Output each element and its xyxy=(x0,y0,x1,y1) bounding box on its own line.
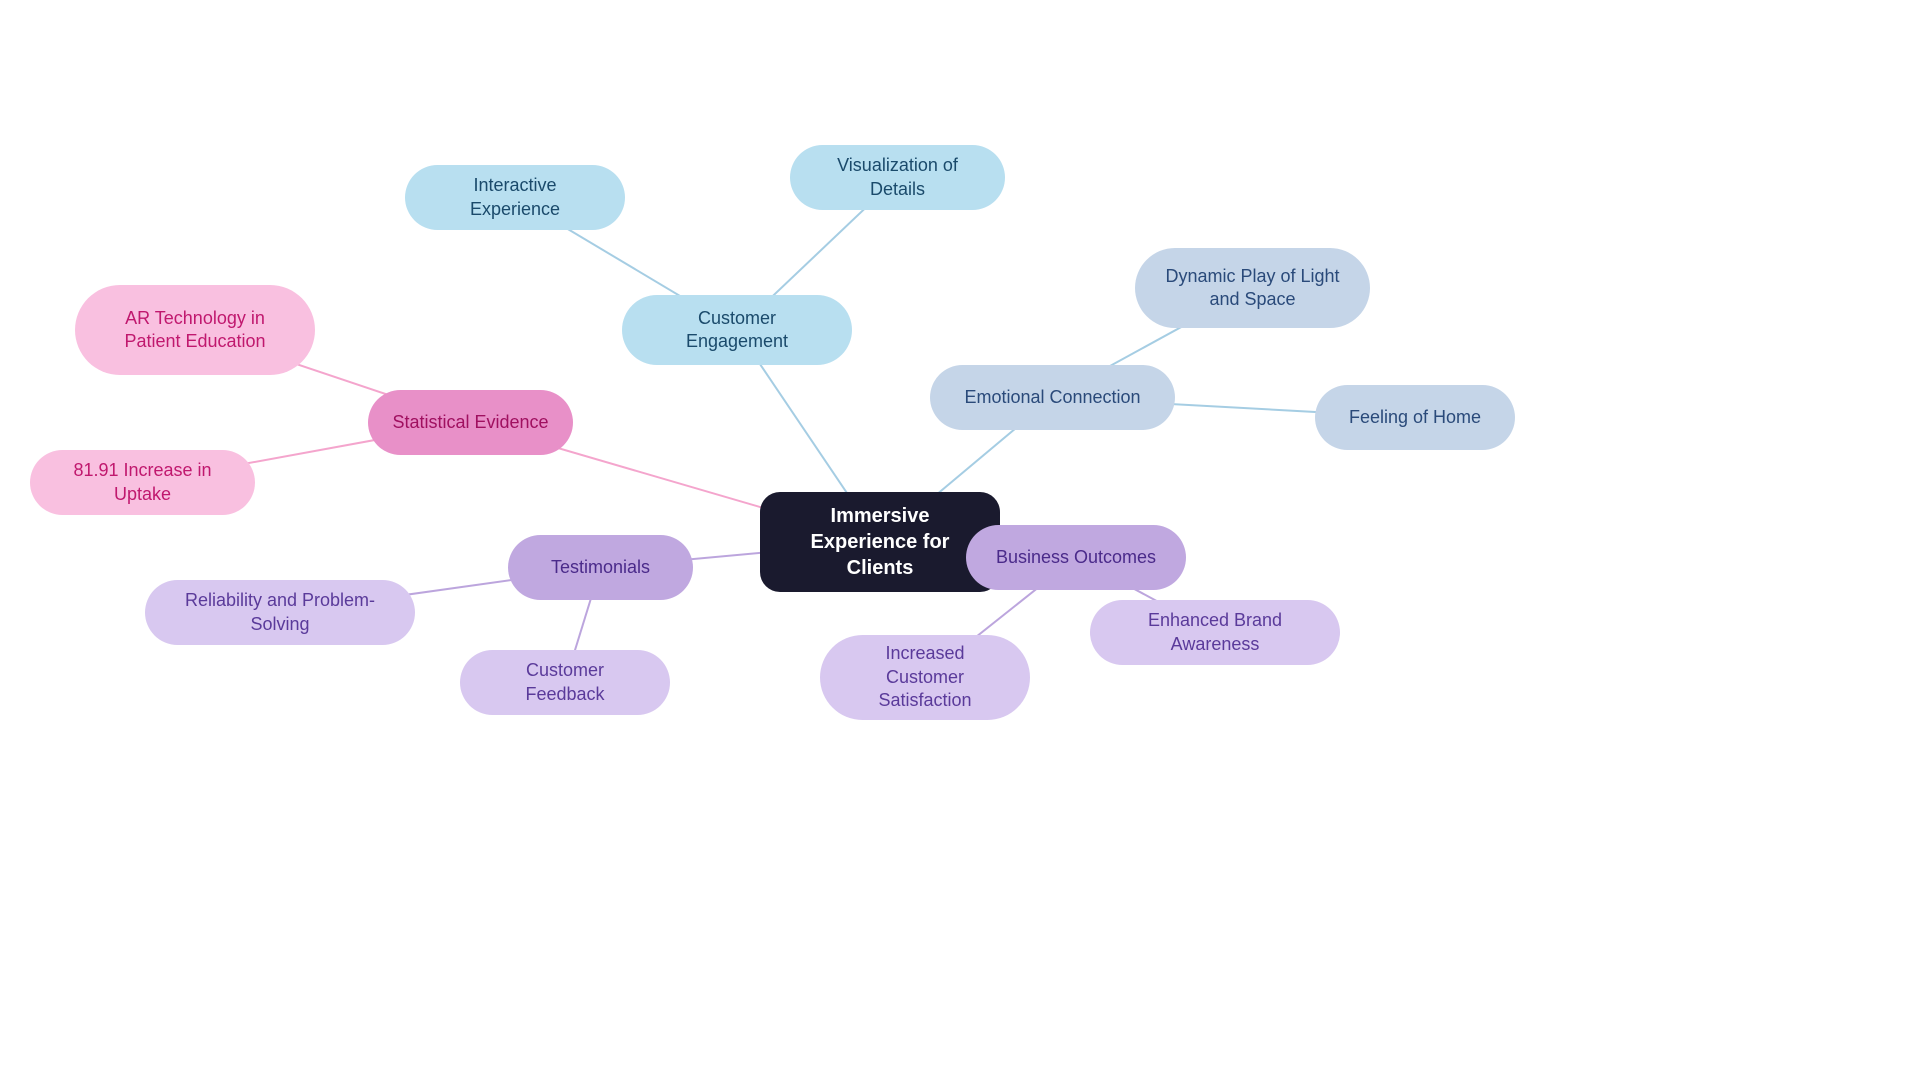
node-customer-feedback: Customer Feedback xyxy=(460,650,670,715)
node-feeling-home: Feeling of Home xyxy=(1315,385,1515,450)
node-enhanced-brand: Enhanced Brand Awareness xyxy=(1090,600,1340,665)
mindmap-container: Immersive Experience for Clients Customer… xyxy=(0,0,1920,1083)
node-center: Immersive Experience for Clients xyxy=(760,492,1000,592)
node-customer-engagement: Customer Engagement xyxy=(622,295,852,365)
node-emotional-connection: Emotional Connection xyxy=(930,365,1175,430)
node-reliability: Reliability and Problem-Solving xyxy=(145,580,415,645)
node-interactive-experience: Interactive Experience xyxy=(405,165,625,230)
node-visualization-details: Visualization of Details xyxy=(790,145,1005,210)
node-dynamic-play: Dynamic Play of Light and Space xyxy=(1135,248,1370,328)
node-testimonials: Testimonials xyxy=(508,535,693,600)
node-statistical-evidence: Statistical Evidence xyxy=(368,390,573,455)
node-business-outcomes: Business Outcomes xyxy=(966,525,1186,590)
node-ar-technology: AR Technology in Patient Education xyxy=(75,285,315,375)
node-increased-customer: Increased Customer Satisfaction xyxy=(820,635,1030,720)
node-increase-uptake: 81.91 Increase in Uptake xyxy=(30,450,255,515)
